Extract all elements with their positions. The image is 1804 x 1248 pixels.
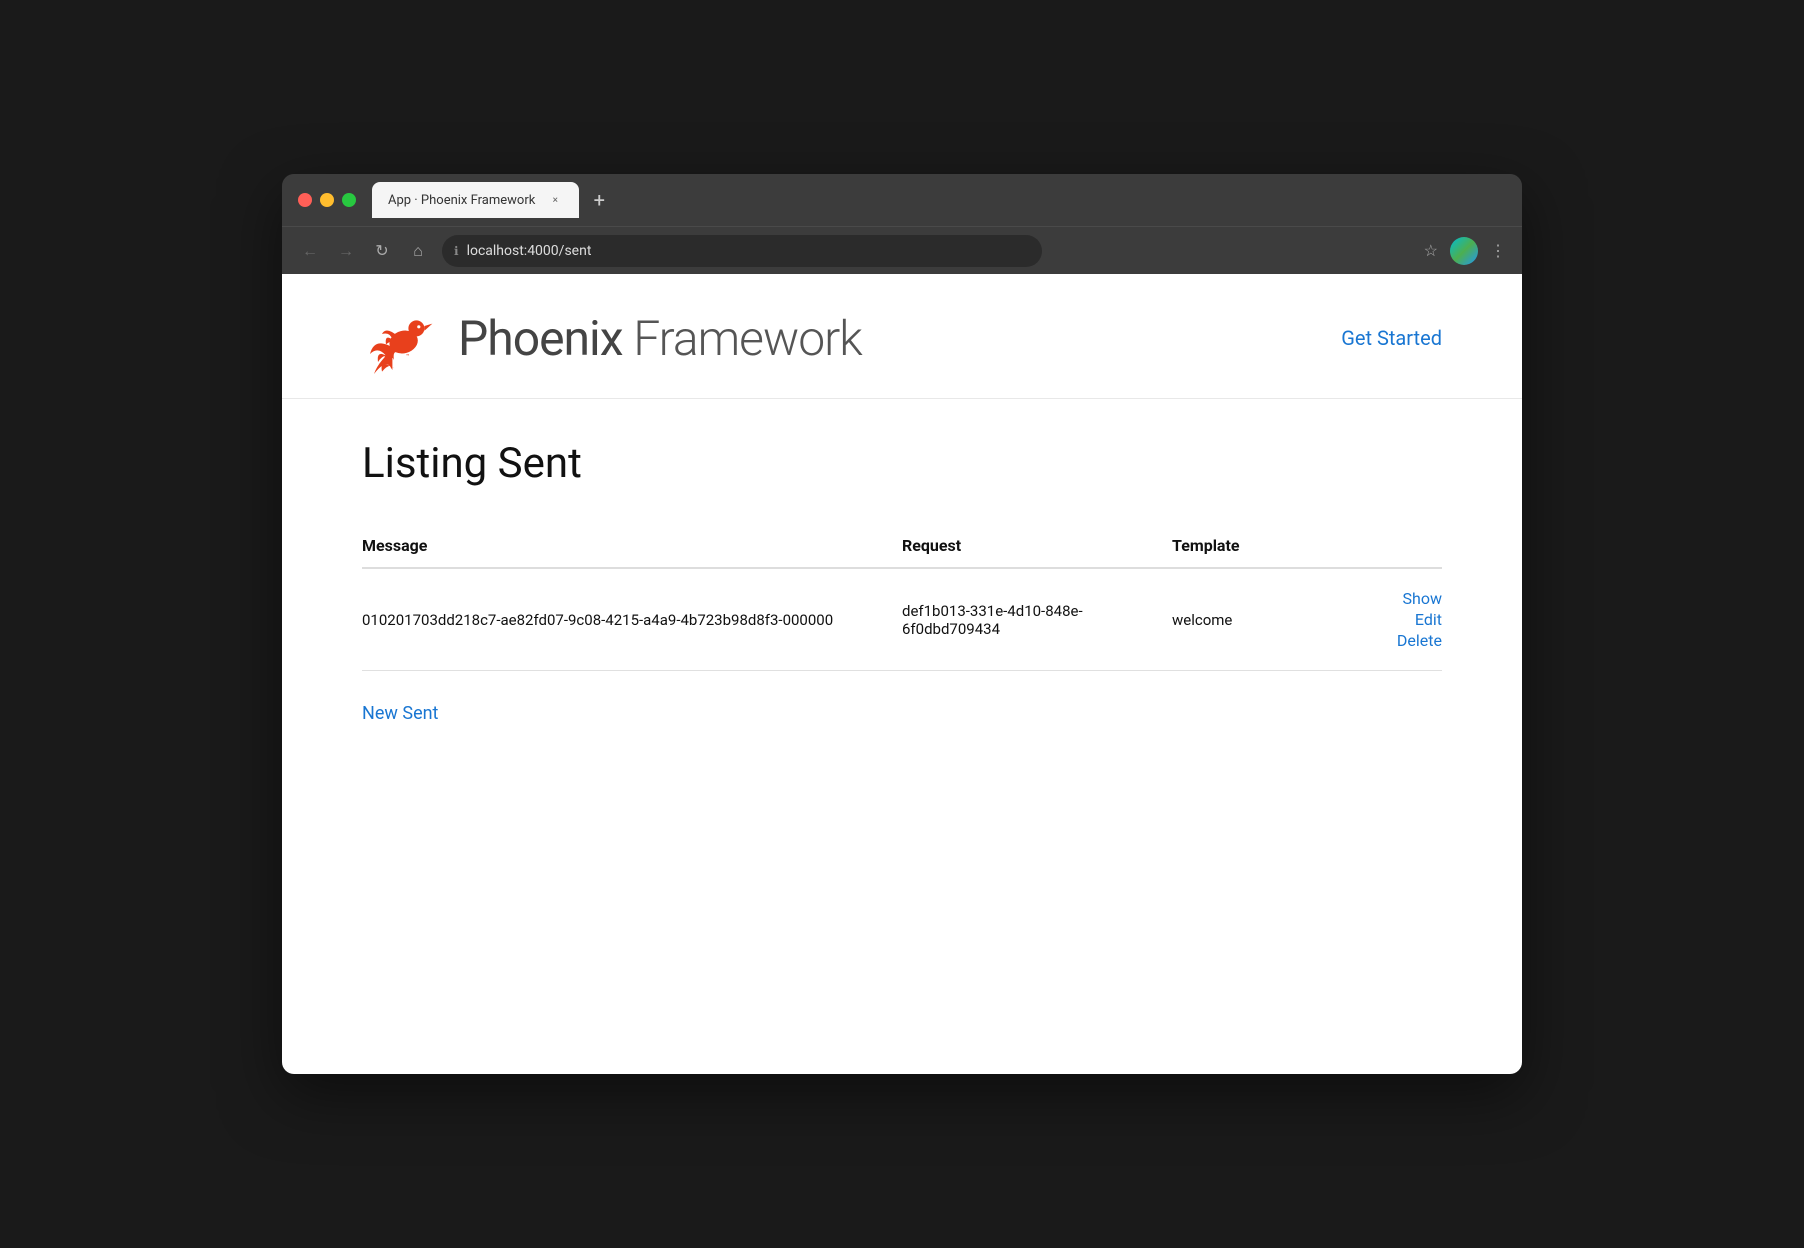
address-actions: ☆ ⋮	[1424, 237, 1506, 265]
reload-button[interactable]: ↻	[370, 241, 394, 260]
tab-bar: App · Phoenix Framework × +	[372, 182, 1506, 218]
phoenix-bird-icon: ™	[362, 298, 442, 378]
phoenix-brand: Phoenix Framework	[458, 310, 862, 367]
traffic-light-minimize[interactable]	[320, 193, 334, 207]
menu-button[interactable]: ⋮	[1490, 241, 1506, 260]
tab-close-button[interactable]: ×	[547, 192, 563, 208]
page-title: Listing Sent	[362, 439, 1442, 488]
svg-text:™: ™	[406, 354, 410, 360]
url-text: localhost:4000/sent	[467, 243, 592, 259]
column-header-request: Request	[902, 524, 1172, 568]
main-content: Listing Sent Message Request Template 01…	[282, 399, 1522, 764]
cell-template: welcome	[1172, 568, 1334, 671]
url-bar[interactable]: ℹ localhost:4000/sent	[442, 235, 1042, 267]
column-header-message: Message	[362, 524, 902, 568]
back-button[interactable]: ←	[298, 241, 322, 261]
cell-request: def1b013-331e-4d10-848e-6f0dbd709434	[902, 568, 1172, 671]
home-button[interactable]: ⌂	[406, 241, 430, 261]
edit-link[interactable]: Edit	[1415, 610, 1442, 629]
action-links: Show Edit Delete	[1334, 589, 1442, 650]
traffic-light-maximize[interactable]	[342, 193, 356, 207]
tab-title: App · Phoenix Framework	[388, 193, 535, 208]
table-row: 010201703dd218c7-ae82fd07-9c08-4215-a4a9…	[362, 568, 1442, 671]
active-tab[interactable]: App · Phoenix Framework ×	[372, 182, 579, 218]
delete-link[interactable]: Delete	[1397, 631, 1442, 650]
url-info-icon: ℹ	[454, 244, 459, 258]
browser-window: App · Phoenix Framework × + ← → ↻ ⌂ ℹ lo…	[282, 174, 1522, 1074]
new-sent-link[interactable]: New Sent	[362, 703, 438, 724]
column-header-actions	[1334, 524, 1442, 568]
phoenix-header: ™ Phoenix Framework Get Started	[282, 274, 1522, 399]
phoenix-brand-bold: Phoenix Framework	[458, 310, 862, 367]
cell-actions: Show Edit Delete	[1334, 568, 1442, 671]
address-bar: ← → ↻ ⌂ ℹ localhost:4000/sent ☆ ⋮	[282, 226, 1522, 274]
column-header-template: Template	[1172, 524, 1334, 568]
show-link[interactable]: Show	[1403, 589, 1442, 608]
get-started-link[interactable]: Get Started	[1341, 326, 1442, 350]
cell-message: 010201703dd218c7-ae82fd07-9c08-4215-a4a9…	[362, 568, 902, 671]
table-header-row: Message Request Template	[362, 524, 1442, 568]
title-bar: App · Phoenix Framework × +	[282, 174, 1522, 226]
user-avatar[interactable]	[1450, 237, 1478, 265]
new-tab-button[interactable]: +	[583, 184, 615, 216]
page-content: ™ Phoenix Framework Get Started Listing …	[282, 274, 1522, 1074]
sent-table: Message Request Template 010201703dd218c…	[362, 524, 1442, 671]
traffic-lights	[298, 193, 356, 207]
phoenix-logo: ™ Phoenix Framework	[362, 298, 862, 378]
traffic-light-close[interactable]	[298, 193, 312, 207]
bookmark-button[interactable]: ☆	[1424, 241, 1438, 260]
forward-button[interactable]: →	[334, 241, 358, 261]
